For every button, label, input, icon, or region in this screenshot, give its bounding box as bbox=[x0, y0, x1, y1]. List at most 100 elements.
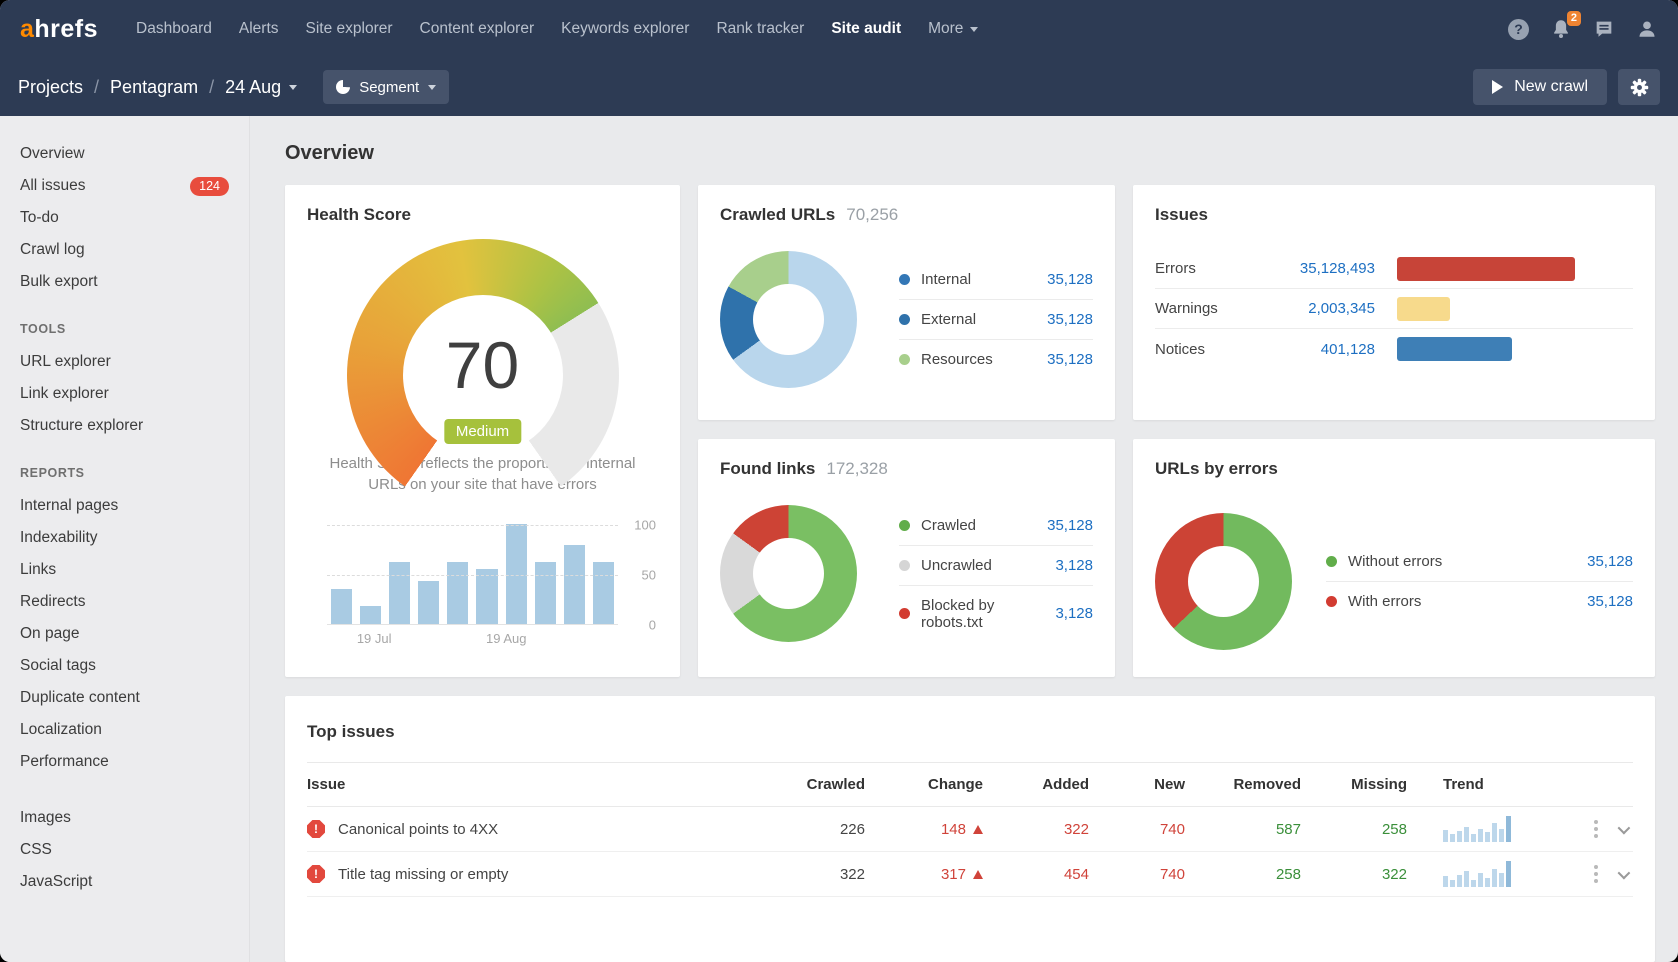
segment-label: Segment bbox=[359, 79, 419, 96]
change-value: 317 bbox=[941, 866, 966, 883]
nav-item-keywords-explorer[interactable]: Keywords explorer bbox=[561, 20, 689, 38]
removed-cell: 587 bbox=[1185, 821, 1301, 838]
sidebar-item-label: Performance bbox=[20, 752, 109, 772]
urls-by-errors-title: URLs by errors bbox=[1155, 459, 1278, 479]
more-options-icon[interactable] bbox=[1592, 863, 1600, 885]
legend-value-link[interactable]: 3,128 bbox=[1055, 605, 1093, 622]
expand-row-chevron-icon[interactable] bbox=[1618, 821, 1631, 834]
expand-row-chevron-icon[interactable] bbox=[1618, 866, 1631, 879]
legend-value-link[interactable]: 35,128 bbox=[1047, 311, 1093, 328]
breadcrumb-item-pentagram[interactable]: Pentagram bbox=[110, 77, 198, 98]
legend-value-link[interactable]: 3,128 bbox=[1055, 557, 1093, 574]
sidebar-item-social-tags[interactable]: Social tags bbox=[0, 650, 249, 682]
sidebar: OverviewAll issues124To-doCrawl logBulk … bbox=[0, 116, 250, 962]
account-button[interactable] bbox=[1636, 18, 1658, 40]
breadcrumb-label: Pentagram bbox=[110, 77, 198, 98]
logo-rest: hrefs bbox=[34, 15, 98, 43]
legend-value-link[interactable]: 35,128 bbox=[1587, 593, 1633, 610]
added-cell: 322 bbox=[983, 821, 1089, 838]
legend-dot bbox=[1326, 596, 1337, 607]
legend-value-link[interactable]: 35,128 bbox=[1047, 271, 1093, 288]
table-row[interactable]: !Canonical points to 4XX2261483227405872… bbox=[307, 807, 1633, 852]
issue-severity-row: Warnings2,003,345 bbox=[1155, 289, 1633, 329]
help-icon[interactable]: ? bbox=[1508, 19, 1529, 40]
nav-item-content-explorer[interactable]: Content explorer bbox=[420, 20, 535, 38]
severity-count-link[interactable]: 35,128,493 bbox=[1263, 260, 1375, 277]
sidebar-item-redirects[interactable]: Redirects bbox=[0, 586, 249, 618]
sidebar-item-to-do[interactable]: To-do bbox=[0, 202, 249, 234]
sidebar-item-indexability[interactable]: Indexability bbox=[0, 522, 249, 554]
legend-value-link[interactable]: 35,128 bbox=[1047, 351, 1093, 368]
chevron-down-icon bbox=[970, 27, 978, 32]
sidebar-item-javascript[interactable]: JavaScript bbox=[0, 866, 249, 898]
sidebar-item-label: Indexability bbox=[20, 528, 98, 548]
feedback-button[interactable] bbox=[1593, 18, 1615, 40]
legend-value-link[interactable]: 35,128 bbox=[1587, 553, 1633, 570]
crawled-urls-donut-chart bbox=[720, 251, 857, 388]
ahrefs-logo[interactable]: ahrefs bbox=[20, 15, 98, 44]
new-cell: 740 bbox=[1089, 821, 1185, 838]
legend-row: With errors35,128 bbox=[1326, 582, 1633, 621]
nav-item-site-audit[interactable]: Site audit bbox=[831, 20, 901, 38]
sidebar-item-duplicate-content[interactable]: Duplicate content bbox=[0, 682, 249, 714]
trend-sparkline bbox=[1443, 816, 1573, 842]
breadcrumb-item-24-aug[interactable]: 24 Aug bbox=[225, 77, 297, 98]
sparkline-bar bbox=[1464, 827, 1469, 842]
sidebar-item-label: On page bbox=[20, 624, 79, 644]
nav-item-more[interactable]: More bbox=[928, 20, 978, 38]
trend-bar bbox=[593, 562, 614, 624]
sidebar-item-performance[interactable]: Performance bbox=[0, 746, 249, 778]
nav-item-rank-tracker[interactable]: Rank tracker bbox=[716, 20, 804, 38]
main-menu: Dashboard Alerts Site explorer Content expl… bbox=[136, 20, 978, 38]
severity-count-link[interactable]: 2,003,345 bbox=[1263, 300, 1375, 317]
sidebar-item-links[interactable]: Links bbox=[0, 554, 249, 586]
sidebar-item-link-explorer[interactable]: Link explorer bbox=[0, 378, 249, 410]
nav-item-label: Dashboard bbox=[136, 20, 212, 38]
column-header-actions bbox=[1573, 772, 1633, 798]
logo-letter-a: a bbox=[20, 15, 34, 43]
dot bbox=[1594, 879, 1598, 883]
issue-name-cell: !Canonical points to 4XX bbox=[307, 820, 775, 838]
y-tick-label: 100 bbox=[634, 518, 656, 533]
legend-label: External bbox=[921, 311, 976, 328]
nav-item-dashboard[interactable]: Dashboard bbox=[136, 20, 212, 38]
card-head: URLs by errors bbox=[1155, 459, 1633, 479]
settings-button[interactable] bbox=[1618, 69, 1660, 105]
trend-bar bbox=[418, 581, 439, 624]
severity-count-link[interactable]: 401,128 bbox=[1263, 341, 1375, 358]
sidebar-item-url-explorer[interactable]: URL explorer bbox=[0, 346, 249, 378]
new-crawl-label: New crawl bbox=[1514, 78, 1588, 96]
urls-by-errors-legend: Without errors35,128With errors35,128 bbox=[1326, 542, 1633, 621]
new-crawl-button[interactable]: New crawl bbox=[1473, 69, 1607, 105]
page-title: Overview bbox=[285, 142, 1655, 165]
sidebar-item-structure-explorer[interactable]: Structure explorer bbox=[0, 410, 249, 442]
breadcrumb-item-projects[interactable]: Projects bbox=[18, 77, 83, 98]
sidebar-item-localization[interactable]: Localization bbox=[0, 714, 249, 746]
nav-item-site-explorer[interactable]: Site explorer bbox=[306, 20, 393, 38]
sidebar-item-css[interactable]: CSS bbox=[0, 834, 249, 866]
notifications-button[interactable]: 2 bbox=[1550, 18, 1572, 40]
segment-dropdown[interactable]: Segment bbox=[323, 70, 449, 104]
sparkline-bar bbox=[1478, 829, 1483, 842]
sparkline-bar bbox=[1471, 880, 1476, 887]
sparkline-bar bbox=[1492, 869, 1497, 887]
sidebar-item-crawl-log[interactable]: Crawl log bbox=[0, 234, 249, 266]
trend-bar bbox=[447, 562, 468, 624]
legend-dot bbox=[899, 354, 910, 365]
legend-dot bbox=[899, 274, 910, 285]
sparkline-bar bbox=[1443, 830, 1448, 842]
sparkline-bar bbox=[1457, 831, 1462, 842]
nav-item-alerts[interactable]: Alerts bbox=[239, 20, 279, 38]
sidebar-item-images[interactable]: Images bbox=[0, 802, 249, 834]
sidebar-item-internal-pages[interactable]: Internal pages bbox=[0, 490, 249, 522]
legend-value-link[interactable]: 35,128 bbox=[1047, 517, 1093, 534]
sidebar-item-on-page[interactable]: On page bbox=[0, 618, 249, 650]
more-options-icon[interactable] bbox=[1592, 818, 1600, 840]
sparkline-bar bbox=[1506, 816, 1511, 842]
sidebar-item-overview[interactable]: Overview bbox=[0, 138, 249, 170]
play-icon bbox=[1492, 80, 1503, 94]
sidebar-item-bulk-export[interactable]: Bulk export bbox=[0, 266, 249, 298]
sidebar-item-all-issues[interactable]: All issues124 bbox=[0, 170, 249, 202]
table-row[interactable]: !Title tag missing or empty3223174547402… bbox=[307, 852, 1633, 897]
issue-severity-row: Errors35,128,493 bbox=[1155, 249, 1633, 289]
